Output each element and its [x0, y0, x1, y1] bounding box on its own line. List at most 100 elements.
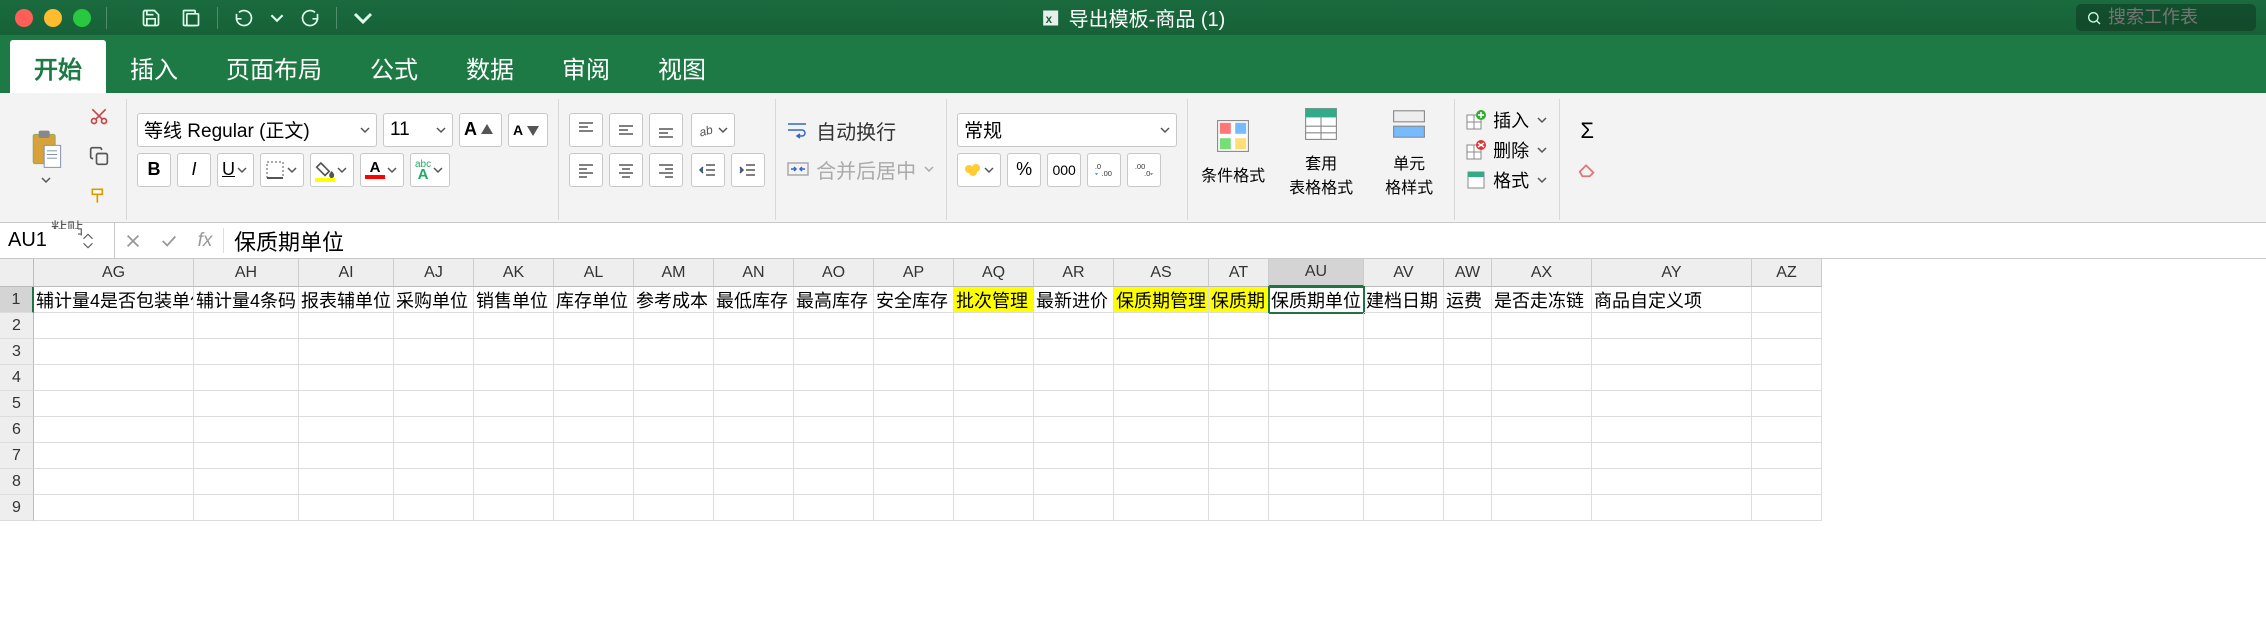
cell-AV6[interactable]	[1364, 417, 1444, 443]
cell-AS7[interactable]	[1114, 443, 1209, 469]
cell-AU5[interactable]	[1269, 391, 1364, 417]
wrap-text-button[interactable]: 自动换行	[786, 116, 936, 145]
cell-AM2[interactable]	[634, 313, 714, 339]
cell-AY8[interactable]	[1592, 469, 1752, 495]
orientation-button[interactable]: ab	[691, 113, 735, 147]
cell-AI1[interactable]: 报表辅单位	[299, 287, 394, 313]
cell-AN1[interactable]: 最低库存	[714, 287, 794, 313]
cell-AX2[interactable]	[1492, 313, 1592, 339]
cell-AP3[interactable]	[874, 339, 954, 365]
cell-AO7[interactable]	[794, 443, 874, 469]
cell-AP7[interactable]	[874, 443, 954, 469]
cell-AW5[interactable]	[1444, 391, 1492, 417]
tab-data[interactable]: 数据	[442, 40, 538, 93]
border-button[interactable]	[260, 153, 304, 187]
row-header-1[interactable]: 1	[0, 287, 34, 313]
row-header-9[interactable]: 9	[0, 495, 34, 521]
cell-AZ8[interactable]	[1752, 469, 1822, 495]
font-size-combo[interactable]: 11	[383, 113, 453, 147]
cell-AJ6[interactable]	[394, 417, 474, 443]
cell-AH9[interactable]	[194, 495, 299, 521]
cell-AW8[interactable]	[1444, 469, 1492, 495]
undo-dropdown[interactable]	[270, 7, 284, 29]
cell-AK1[interactable]: 销售单位	[474, 287, 554, 313]
name-box-spinner[interactable]	[82, 232, 94, 250]
column-header-AT[interactable]: AT	[1209, 259, 1269, 287]
name-box[interactable]	[0, 223, 115, 258]
minimize-window-button[interactable]	[44, 9, 62, 27]
cell-AU1[interactable]: 保质期单位	[1269, 287, 1364, 313]
cell-AT6[interactable]	[1209, 417, 1269, 443]
cell-AL1[interactable]: 库存单位	[554, 287, 634, 313]
align-left-button[interactable]	[569, 153, 603, 187]
cell-AR2[interactable]	[1034, 313, 1114, 339]
fill-color-button[interactable]	[310, 153, 354, 187]
cell-AV5[interactable]	[1364, 391, 1444, 417]
cell-AJ1[interactable]: 采购单位	[394, 287, 474, 313]
save-as-button[interactable]	[177, 7, 205, 29]
font-name-combo[interactable]: 等线 Regular (正文)	[137, 113, 377, 147]
column-header-AP[interactable]: AP	[874, 259, 954, 287]
tab-insert[interactable]: 插入	[106, 40, 202, 93]
column-header-AQ[interactable]: AQ	[954, 259, 1034, 287]
cell-AH4[interactable]	[194, 365, 299, 391]
cell-AM3[interactable]	[634, 339, 714, 365]
cell-AP5[interactable]	[874, 391, 954, 417]
cell-AN6[interactable]	[714, 417, 794, 443]
cell-AT8[interactable]	[1209, 469, 1269, 495]
column-header-AL[interactable]: AL	[554, 259, 634, 287]
cell-AZ7[interactable]	[1752, 443, 1822, 469]
cell-AP6[interactable]	[874, 417, 954, 443]
cell-AZ6[interactable]	[1752, 417, 1822, 443]
align-right-button[interactable]	[649, 153, 683, 187]
cell-AV9[interactable]	[1364, 495, 1444, 521]
cell-AQ3[interactable]	[954, 339, 1034, 365]
cell-AI9[interactable]	[299, 495, 394, 521]
cell-AY9[interactable]	[1592, 495, 1752, 521]
increase-decimal-button[interactable]: .0.00	[1087, 153, 1121, 187]
cell-AR1[interactable]: 最新进价	[1034, 287, 1114, 313]
column-header-AG[interactable]: AG	[34, 259, 194, 287]
cell-reference-input[interactable]	[8, 229, 78, 252]
tab-home[interactable]: 开始	[10, 40, 106, 93]
cell-AU9[interactable]	[1269, 495, 1364, 521]
decrease-indent-button[interactable]	[691, 153, 725, 187]
cell-AO3[interactable]	[794, 339, 874, 365]
cell-AW4[interactable]	[1444, 365, 1492, 391]
undo-button[interactable]	[230, 7, 258, 29]
cell-AI4[interactable]	[299, 365, 394, 391]
cell-AN8[interactable]	[714, 469, 794, 495]
column-header-AI[interactable]: AI	[299, 259, 394, 287]
column-header-AV[interactable]: AV	[1364, 259, 1444, 287]
delete-cells-button[interactable]: 删除	[1465, 137, 1549, 163]
autosum-button[interactable]: Σ	[1570, 114, 1604, 148]
cell-AX4[interactable]	[1492, 365, 1592, 391]
column-header-AZ[interactable]: AZ	[1752, 259, 1822, 287]
row-header-3[interactable]: 3	[0, 339, 34, 365]
cell-AI2[interactable]	[299, 313, 394, 339]
cell-AW6[interactable]	[1444, 417, 1492, 443]
percent-format-button[interactable]: %	[1007, 153, 1041, 187]
align-center-button[interactable]	[609, 153, 643, 187]
cell-AT3[interactable]	[1209, 339, 1269, 365]
select-all-corner[interactable]	[0, 259, 34, 287]
cell-AS2[interactable]	[1114, 313, 1209, 339]
cell-AY7[interactable]	[1592, 443, 1752, 469]
cell-AN2[interactable]	[714, 313, 794, 339]
cell-AG2[interactable]	[34, 313, 194, 339]
cell-AJ7[interactable]	[394, 443, 474, 469]
cell-AR7[interactable]	[1034, 443, 1114, 469]
cell-AH2[interactable]	[194, 313, 299, 339]
cell-AZ1[interactable]	[1752, 287, 1822, 313]
cell-AJ4[interactable]	[394, 365, 474, 391]
clear-button[interactable]	[1570, 152, 1604, 186]
cell-AX7[interactable]	[1492, 443, 1592, 469]
cell-AS3[interactable]	[1114, 339, 1209, 365]
cell-AX9[interactable]	[1492, 495, 1592, 521]
format-cells-button[interactable]: 格式	[1465, 167, 1549, 193]
cell-AM4[interactable]	[634, 365, 714, 391]
cell-AY6[interactable]	[1592, 417, 1752, 443]
cell-AS4[interactable]	[1114, 365, 1209, 391]
cell-AQ1[interactable]: 批次管理	[954, 287, 1034, 313]
cell-AG9[interactable]	[34, 495, 194, 521]
